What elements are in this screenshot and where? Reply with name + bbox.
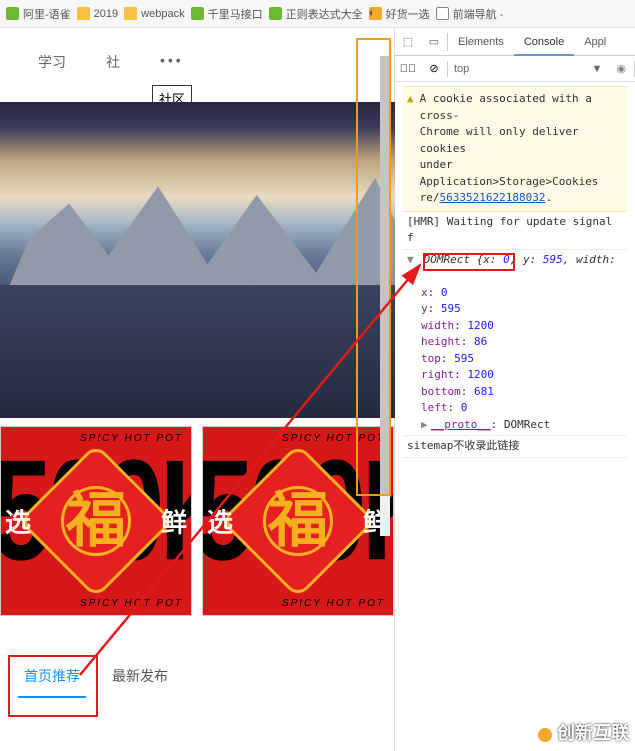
nav-more-icon[interactable]: •••	[160, 52, 184, 72]
inspect-icon[interactable]: ⬚	[395, 35, 421, 48]
devtools-tabs: ⬚ ▭ Elements Console Appl	[395, 28, 635, 56]
card-hotpot-1[interactable]: SPICY HOT POT 500K 福 选 鲜 SPICY HOT POT	[0, 426, 192, 616]
console-warning[interactable]: ▲ A cookie associated with a cross- Chro…	[403, 86, 627, 212]
bookmarks-bar: 阿里-语雀 2019 webpack 千里马接口 正则表达式大全 ◐好货一选 前…	[0, 0, 635, 28]
card-side-left: 选	[5, 503, 31, 540]
bookmark-ali-yuque[interactable]: 阿里-语雀	[6, 6, 71, 22]
favicon-icon	[6, 7, 19, 20]
bookmark-qianlima[interactable]: 千里马接口	[191, 6, 263, 22]
clear-console-icon[interactable]: ⊘	[421, 62, 447, 75]
tab-application[interactable]: Appl	[574, 28, 616, 56]
tab-latest[interactable]: 最新发布	[106, 656, 174, 698]
console-log-sitemap[interactable]: sitemap不收录此链接	[403, 436, 627, 458]
expand-icon[interactable]: ▶	[421, 417, 431, 434]
warning-link-pre: re/	[420, 191, 440, 204]
bookmark-regex[interactable]: 正则表达式大全	[269, 6, 363, 22]
warning-text-2: Chrome will only deliver cookies	[420, 125, 579, 155]
nav-community[interactable]: 社	[106, 52, 120, 72]
favicon-icon	[436, 7, 449, 20]
context-selector[interactable]: top	[448, 63, 586, 75]
card-side-left: 选	[207, 503, 233, 540]
warning-icon: ▲	[407, 91, 414, 207]
page-tabs: 首页推荐 最新发布	[0, 616, 394, 698]
live-expression-icon[interactable]: ◉	[608, 62, 634, 75]
warning-link[interactable]: 5633521622188032	[440, 191, 546, 204]
favicon-icon	[191, 7, 204, 20]
console-play-icon[interactable]: ▸⃞	[395, 63, 421, 75]
chevron-down-icon[interactable]: ▼	[586, 63, 609, 75]
card-side-right: 鲜	[161, 503, 187, 540]
scrollbar-track[interactable]	[380, 56, 390, 536]
bookmark-frontend-nav[interactable]: 前端导航 -	[436, 6, 504, 22]
expand-icon[interactable]: ▼	[407, 252, 417, 269]
card-row: SPICY HOT POT 500K 福 选 鲜 SPICY HOT POT S…	[0, 418, 394, 616]
logo-icon	[527, 719, 553, 745]
scrollbar-thumb[interactable]	[380, 56, 390, 496]
page-viewport: 学习 社 ••• 社区 SPICY HOT POT 500K 福 选	[0, 28, 395, 751]
console-output: ▲ A cookie associated with a cross- Chro…	[395, 82, 635, 462]
card-bottom-label: SPICY HOT POT	[282, 598, 385, 609]
favicon-icon: ◐	[369, 7, 382, 20]
hero-image[interactable]	[0, 102, 395, 418]
devtools-panel: ⬚ ▭ Elements Console Appl ▸⃞ ⊘ top ▼ ◉ ▲…	[395, 28, 635, 751]
bookmark-2019[interactable]: 2019	[77, 7, 118, 20]
card-bottom-label: SPICY HOT POT	[80, 598, 183, 609]
bookmark-haohuo[interactable]: ◐好货一选	[369, 6, 430, 22]
watermark-logo: 创新互联	[527, 719, 629, 745]
folder-icon	[77, 7, 90, 20]
logo-text: 创新互联	[557, 719, 629, 745]
warning-text: A cookie associated with a cross-	[420, 92, 592, 122]
console-log-hmr[interactable]: [HMR] Waiting for update signal f	[403, 212, 627, 250]
page-nav: 学习 社 •••	[0, 28, 394, 92]
console-log-domrect[interactable]: ▼ DOMRect {x: 0, y: 595, width: 1 x: 0 y…	[403, 250, 627, 437]
card-hotpot-2[interactable]: SPICY HOT POT 500K 福 选 鲜 SPICY HOT POT	[202, 426, 394, 616]
tab-elements[interactable]: Elements	[448, 28, 514, 56]
nav-study[interactable]: 学习	[38, 52, 66, 72]
favicon-icon	[269, 7, 282, 20]
tab-console[interactable]: Console	[514, 28, 574, 56]
folder-icon	[124, 7, 137, 20]
console-filter-bar: ▸⃞ ⊘ top ▼ ◉	[395, 56, 635, 82]
tab-home-recommend[interactable]: 首页推荐	[18, 656, 86, 698]
device-toggle-icon[interactable]: ▭	[421, 35, 447, 48]
bookmark-webpack[interactable]: webpack	[124, 7, 184, 20]
warning-text-3: under Application>Storage>Cookies	[420, 158, 599, 188]
